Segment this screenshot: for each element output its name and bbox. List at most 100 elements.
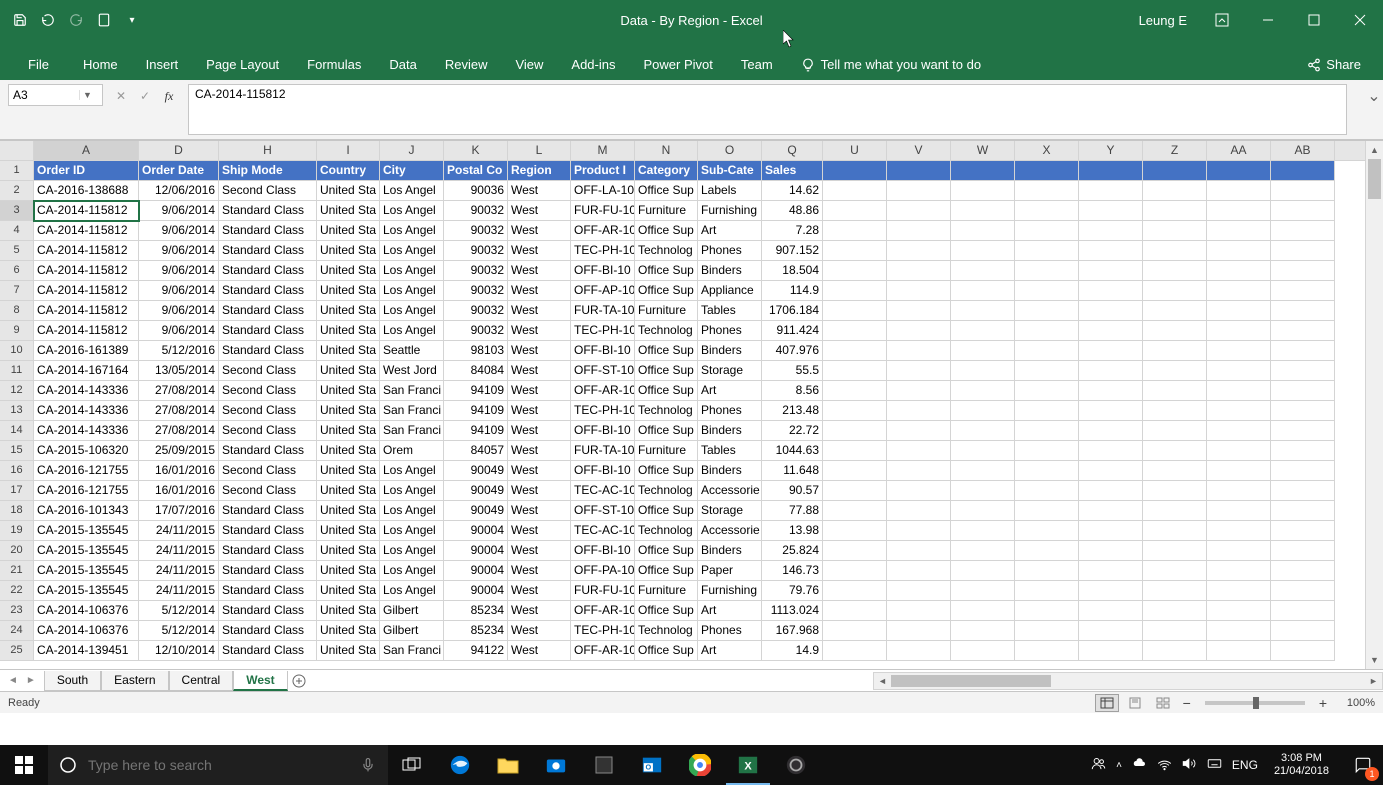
cell[interactable]: Los Angel (380, 461, 444, 481)
cell[interactable] (1143, 541, 1207, 561)
cell[interactable]: West (508, 261, 571, 281)
undo-button[interactable] (36, 8, 60, 32)
cell[interactable]: 84057 (444, 441, 508, 461)
cell[interactable]: 85234 (444, 601, 508, 621)
cell[interactable] (1207, 441, 1271, 461)
cell[interactable] (951, 361, 1015, 381)
cell[interactable]: 5/12/2014 (139, 601, 219, 621)
cell[interactable]: Phones (698, 401, 762, 421)
cell[interactable]: Accessorie (698, 521, 762, 541)
cell[interactable]: Orem (380, 441, 444, 461)
cell[interactable]: 9/06/2014 (139, 281, 219, 301)
cell[interactable]: 94109 (444, 381, 508, 401)
cell[interactable]: Accessorie (698, 481, 762, 501)
cell[interactable] (823, 621, 887, 641)
cell[interactable]: 90032 (444, 281, 508, 301)
excel-app[interactable]: X (724, 745, 772, 785)
whiteboard-app[interactable] (580, 745, 628, 785)
cell[interactable] (887, 341, 951, 361)
cell[interactable]: 90049 (444, 481, 508, 501)
cell[interactable] (887, 201, 951, 221)
cell[interactable]: United Sta (317, 361, 380, 381)
cell[interactable]: TEC-PH-10 (571, 241, 635, 261)
cell[interactable] (1015, 381, 1079, 401)
cell[interactable] (1079, 301, 1143, 321)
cell[interactable]: Los Angel (380, 221, 444, 241)
cell[interactable]: West (508, 281, 571, 301)
cell[interactable]: United Sta (317, 341, 380, 361)
cell[interactable]: 14.9 (762, 641, 823, 661)
cancel-formula-button[interactable]: ✕ (110, 86, 132, 106)
cell[interactable]: West (508, 561, 571, 581)
row-header-25[interactable]: 25 (0, 641, 34, 661)
cell[interactable] (1143, 521, 1207, 541)
cell[interactable]: Appliance (698, 281, 762, 301)
cell[interactable]: Los Angel (380, 241, 444, 261)
cell[interactable]: CA-2014-115812 (34, 301, 139, 321)
cell[interactable]: Art (698, 381, 762, 401)
cell[interactable]: 9/06/2014 (139, 321, 219, 341)
start-button[interactable] (0, 745, 48, 785)
cell[interactable]: Binders (698, 261, 762, 281)
vertical-scrollbar[interactable]: ▲ ▼ (1365, 141, 1383, 669)
cell[interactable] (1015, 241, 1079, 261)
cell[interactable]: OFF-AP-10 (571, 281, 635, 301)
cell[interactable]: United Sta (317, 581, 380, 601)
edge-app[interactable] (436, 745, 484, 785)
insert-function-button[interactable]: fx (158, 86, 180, 106)
cell[interactable]: CA-2014-143336 (34, 381, 139, 401)
cell[interactable] (1143, 441, 1207, 461)
cell[interactable] (1143, 381, 1207, 401)
cell[interactable] (1143, 621, 1207, 641)
col-header-AA[interactable]: AA (1207, 141, 1271, 160)
cell[interactable]: FUR-TA-10 (571, 301, 635, 321)
keyboard-icon[interactable] (1207, 756, 1222, 774)
clock[interactable]: 3:08 PM 21/04/2018 (1268, 752, 1335, 778)
cell[interactable]: West (508, 421, 571, 441)
cell[interactable]: OFF-BI-10 (571, 261, 635, 281)
row-header-24[interactable]: 24 (0, 621, 34, 641)
cell[interactable]: Office Sup (635, 261, 698, 281)
cell[interactable] (887, 261, 951, 281)
cell[interactable] (887, 481, 951, 501)
cell[interactable]: 90004 (444, 561, 508, 581)
cell[interactable] (951, 421, 1015, 441)
cell[interactable]: West (508, 341, 571, 361)
header-cell[interactable]: City (380, 161, 444, 181)
tray-expand-icon[interactable]: ˄ (1116, 760, 1122, 771)
new-sheet-button[interactable] (288, 670, 310, 692)
cell[interactable]: 24/11/2015 (139, 561, 219, 581)
cell[interactable] (1207, 161, 1271, 181)
normal-view-button[interactable] (1095, 694, 1119, 712)
cell[interactable]: 24/11/2015 (139, 521, 219, 541)
cell[interactable]: 90032 (444, 261, 508, 281)
cell[interactable]: 13/05/2014 (139, 361, 219, 381)
col-header-H[interactable]: H (219, 141, 317, 160)
cell[interactable]: 27/08/2014 (139, 421, 219, 441)
cell[interactable]: Los Angel (380, 541, 444, 561)
cell[interactable]: 94122 (444, 641, 508, 661)
scroll-up-button[interactable]: ▲ (1366, 141, 1383, 159)
action-center-button[interactable]: 1 (1343, 745, 1383, 785)
cell[interactable] (1143, 601, 1207, 621)
cell[interactable]: West (508, 361, 571, 381)
cell[interactable]: CA-2014-143336 (34, 421, 139, 441)
cell[interactable]: 22.72 (762, 421, 823, 441)
cell[interactable]: United Sta (317, 241, 380, 261)
cell[interactable]: 16/01/2016 (139, 461, 219, 481)
cell[interactable] (1271, 321, 1335, 341)
cell[interactable]: TEC-AC-10 (571, 481, 635, 501)
sheet-tab-eastern[interactable]: Eastern (101, 671, 168, 691)
select-all-corner[interactable] (0, 141, 34, 160)
redo-button[interactable] (64, 8, 88, 32)
cell[interactable]: 114.9 (762, 281, 823, 301)
cell[interactable]: Furniture (635, 441, 698, 461)
header-cell[interactable]: Category (635, 161, 698, 181)
cell[interactable] (1079, 561, 1143, 581)
cell[interactable]: 1113.024 (762, 601, 823, 621)
name-box-input[interactable] (9, 88, 79, 102)
language-indicator[interactable]: ENG (1232, 758, 1258, 772)
cell[interactable] (1079, 361, 1143, 381)
cell[interactable] (887, 461, 951, 481)
vscroll-thumb[interactable] (1368, 159, 1381, 199)
